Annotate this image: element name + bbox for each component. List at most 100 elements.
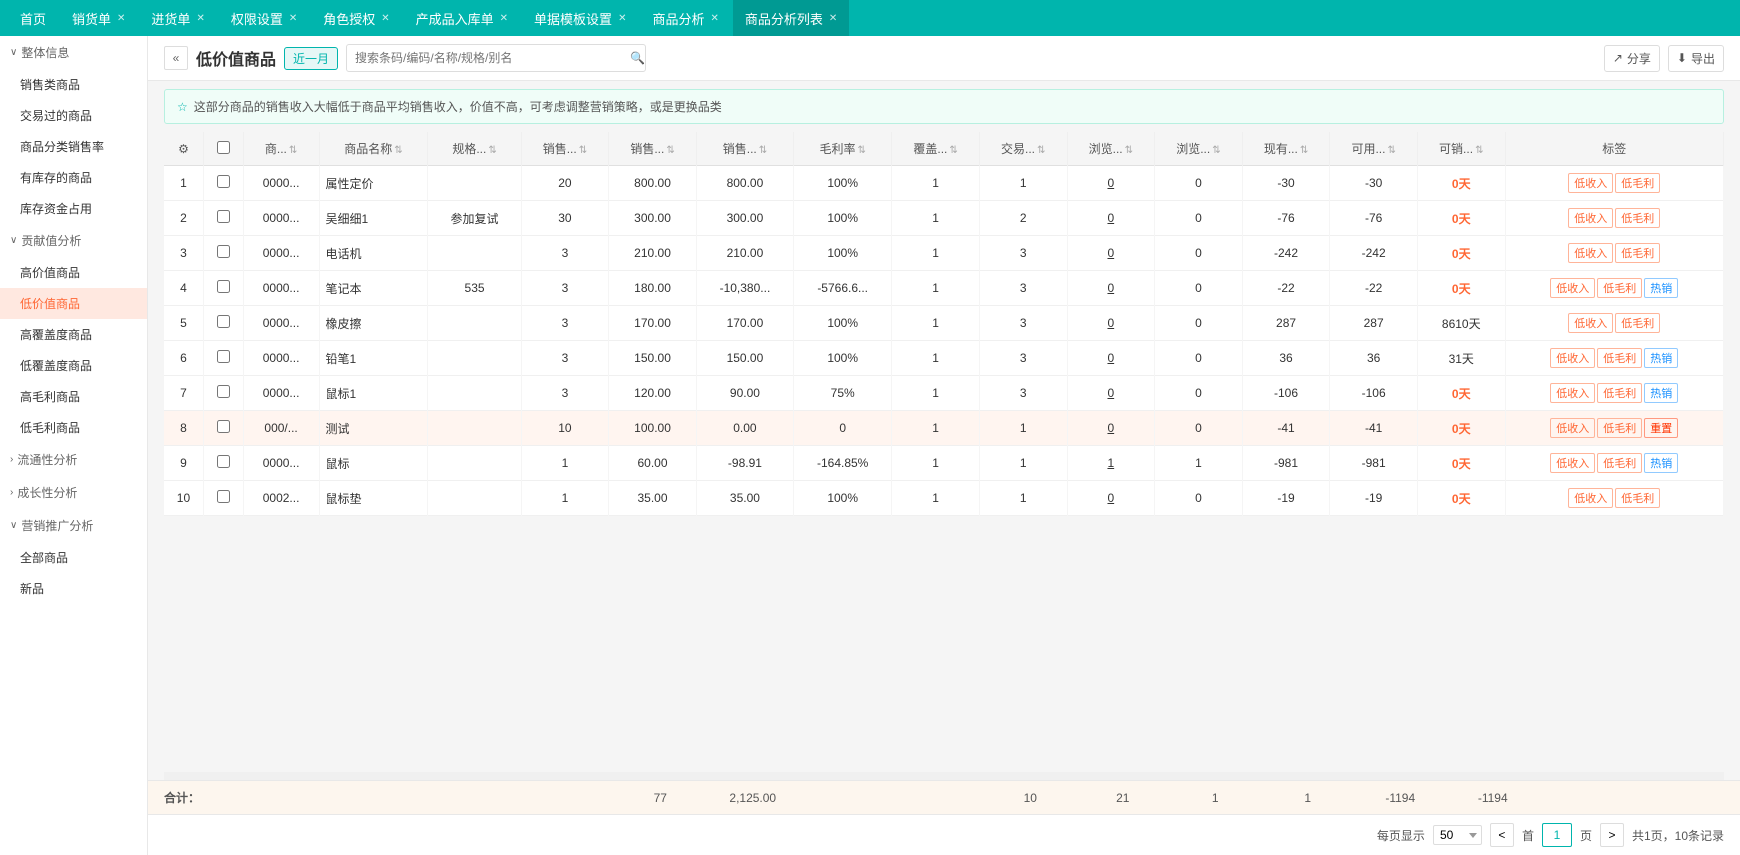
th-gross-rate[interactable]: 毛利率⇅ [794, 132, 892, 166]
view-link[interactable]: 0 [1107, 316, 1114, 330]
th-sales-price[interactable]: 销售...⇅ [609, 132, 697, 166]
th-sales-amount[interactable]: 销售...⇅ [696, 132, 793, 166]
collapse-button[interactable]: « [164, 46, 188, 70]
share-button[interactable]: ↗ 分享 [1604, 45, 1660, 72]
sidebar-section-contribution[interactable]: ∨ 贡献值分析 [0, 224, 147, 257]
sidebar-item-stock-goods[interactable]: 有库存的商品 [0, 162, 147, 193]
view-link[interactable]: 0 [1107, 281, 1114, 295]
row-checkbox[interactable] [217, 280, 230, 293]
th-coverage[interactable]: 覆盖...⇅ [892, 132, 980, 166]
close-template-icon[interactable]: ✕ [618, 13, 626, 24]
close-analysis-icon[interactable]: ✕ [710, 13, 718, 24]
td-view1[interactable]: 0 [1067, 271, 1155, 306]
th-sales-qty[interactable]: 销售...⇅ [521, 132, 609, 166]
first-page-button[interactable]: < [1490, 823, 1514, 847]
next-page-button[interactable]: > [1600, 823, 1624, 847]
th-settings[interactable]: ⚙ [164, 132, 203, 166]
sidebar-item-low-coverage[interactable]: 低覆盖度商品 [0, 350, 147, 381]
th-name[interactable]: 商品名称⇅ [319, 132, 428, 166]
per-page-select[interactable]: 50 100 200 [1433, 825, 1482, 845]
sidebar-section-growth[interactable]: › 成长性分析 [0, 476, 147, 509]
sidebar-item-low-value[interactable]: 低价值商品 [0, 288, 147, 319]
td-view1[interactable]: 0 [1067, 341, 1155, 376]
view-link[interactable]: 0 [1107, 351, 1114, 365]
search-input[interactable] [346, 44, 646, 72]
select-all-checkbox[interactable] [217, 141, 230, 154]
sidebar-section-circulation[interactable]: › 流通性分析 [0, 443, 147, 476]
sidebar-item-category-rate[interactable]: 商品分类销售率 [0, 131, 147, 162]
export-button[interactable]: ⬇ 导出 [1668, 45, 1724, 72]
td-view1[interactable]: 1 [1067, 446, 1155, 481]
td-checkbox[interactable] [203, 376, 243, 411]
sidebar-item-all-goods[interactable]: 全部商品 [0, 542, 147, 573]
sidebar-item-high-profit[interactable]: 高毛利商品 [0, 381, 147, 412]
view-link[interactable]: 0 [1107, 386, 1114, 400]
close-role-icon[interactable]: ✕ [381, 13, 389, 24]
th-saleable[interactable]: 可销...⇅ [1417, 132, 1505, 166]
view-link[interactable]: 0 [1107, 491, 1114, 505]
nav-product-in[interactable]: 产成品入库单 ✕ [404, 0, 520, 36]
th-checkbox[interactable] [203, 132, 243, 166]
td-checkbox[interactable] [203, 271, 243, 306]
th-spec[interactable]: 规格...⇅ [428, 132, 521, 166]
row-checkbox[interactable] [217, 315, 230, 328]
row-checkbox[interactable] [217, 210, 230, 223]
th-stock[interactable]: 现有...⇅ [1242, 132, 1330, 166]
td-checkbox[interactable] [203, 446, 243, 481]
nav-product-analysis[interactable]: 商品分析 ✕ [640, 0, 730, 36]
close-product-in-icon[interactable]: ✕ [500, 13, 508, 24]
nav-sales[interactable]: 销货单 ✕ [60, 0, 137, 36]
row-checkbox[interactable] [217, 385, 230, 398]
nav-template[interactable]: 单据模板设置 ✕ [522, 0, 638, 36]
row-checkbox[interactable] [217, 455, 230, 468]
td-view1[interactable]: 0 [1067, 481, 1155, 516]
td-checkbox[interactable] [203, 481, 243, 516]
sidebar-item-high-value[interactable]: 高价值商品 [0, 257, 147, 288]
row-checkbox[interactable] [217, 420, 230, 433]
td-checkbox[interactable] [203, 411, 243, 446]
sidebar-item-low-profit[interactable]: 低毛利商品 [0, 412, 147, 443]
td-checkbox[interactable] [203, 341, 243, 376]
td-view1[interactable]: 0 [1067, 236, 1155, 271]
nav-analysis-list[interactable]: 商品分析列表 ✕ [733, 0, 849, 36]
view-link[interactable]: 0 [1107, 421, 1114, 435]
td-checkbox[interactable] [203, 166, 243, 201]
sidebar-section-marketing[interactable]: ∨ 营销推广分析 [0, 509, 147, 542]
table-container[interactable]: ⚙ 商...⇅ 商品名称⇅ 规格...⇅ 销售...⇅ 销售...⇅ 销售...… [164, 132, 1724, 772]
td-checkbox[interactable] [203, 236, 243, 271]
td-checkbox[interactable] [203, 306, 243, 341]
row-checkbox[interactable] [217, 245, 230, 258]
search-icon[interactable]: 🔍 [630, 51, 645, 65]
td-view1[interactable]: 0 [1067, 306, 1155, 341]
row-checkbox[interactable] [217, 175, 230, 188]
sidebar-item-new-goods[interactable]: 新品 [0, 573, 147, 604]
td-view1[interactable]: 0 [1067, 201, 1155, 236]
nav-role[interactable]: 角色授权 ✕ [311, 0, 401, 36]
th-trade[interactable]: 交易...⇅ [979, 132, 1067, 166]
th-view1[interactable]: 浏览...⇅ [1067, 132, 1155, 166]
sidebar-item-high-coverage[interactable]: 高覆盖度商品 [0, 319, 147, 350]
sidebar-item-sales-goods[interactable]: 销售类商品 [0, 69, 147, 100]
sidebar-section-overall[interactable]: ∨ 整体信息 [0, 36, 147, 69]
td-checkbox[interactable] [203, 201, 243, 236]
sidebar-item-stock-capital[interactable]: 库存资金占用 [0, 193, 147, 224]
close-analysis-list-icon[interactable]: ✕ [829, 13, 837, 24]
td-view1[interactable]: 0 [1067, 166, 1155, 201]
row-checkbox[interactable] [217, 350, 230, 363]
nav-purchase[interactable]: 进货单 ✕ [139, 0, 216, 36]
th-code[interactable]: 商...⇅ [243, 132, 319, 166]
th-avail[interactable]: 可用...⇅ [1330, 132, 1418, 166]
th-tags[interactable]: 标签 [1505, 132, 1723, 166]
nav-home[interactable]: 首页 [8, 0, 58, 36]
td-view1[interactable]: 0 [1067, 411, 1155, 446]
view-link[interactable]: 0 [1107, 246, 1114, 260]
view-link[interactable]: 0 [1107, 211, 1114, 225]
view-link[interactable]: 0 [1107, 176, 1114, 190]
close-permission-icon[interactable]: ✕ [289, 13, 297, 24]
nav-permission[interactable]: 权限设置 ✕ [219, 0, 309, 36]
row-checkbox[interactable] [217, 490, 230, 503]
close-sales-icon[interactable]: ✕ [117, 13, 125, 24]
th-view2[interactable]: 浏览...⇅ [1155, 132, 1243, 166]
scrollbar[interactable] [164, 772, 1724, 780]
close-purchase-icon[interactable]: ✕ [196, 13, 204, 24]
